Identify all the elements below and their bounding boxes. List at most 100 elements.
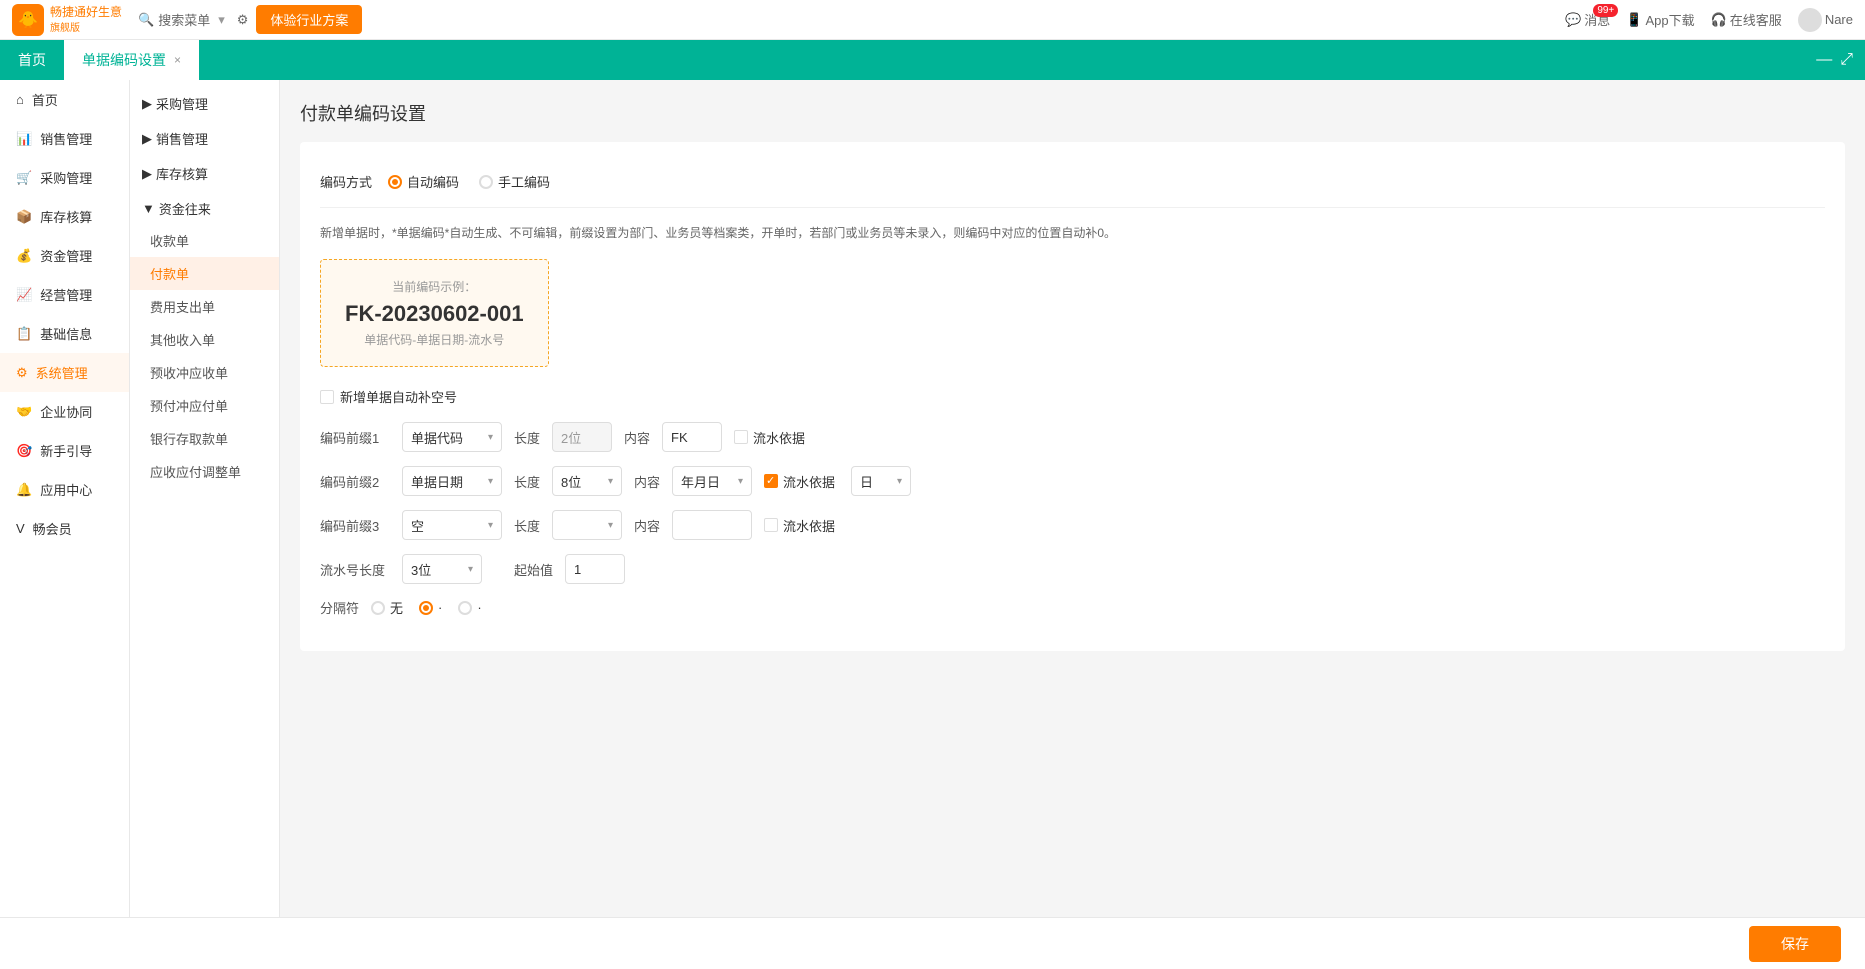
content-2-select[interactable]: 年月日 ▾ [672, 466, 752, 496]
submenu-item-receipt[interactable]: 收款单 [130, 224, 279, 257]
submenu-item-payment[interactable]: 付款单 [130, 257, 279, 290]
manual-encode-label: 手工编码 [498, 172, 550, 191]
waterflow-3-checkbox[interactable]: 流水依据 [764, 516, 835, 535]
sidebar-item-finance[interactable]: 💰 资金管理 [0, 236, 129, 275]
prefix-2-label: 编码前缀2 [320, 472, 390, 491]
submenu-group-purchase-title[interactable]: ▶ 采购管理 [130, 88, 279, 119]
sales-icon: 📊 [16, 131, 32, 147]
prefix-3-select[interactable]: 空 ▾ [402, 510, 502, 540]
logo-text: 畅捷通好生意 [50, 5, 122, 19]
trial-button[interactable]: 体验行业方案 [256, 5, 362, 34]
prefix-3-label: 编码前缀3 [320, 516, 390, 535]
encode-method-row: 编码方式 自动编码 手工编码 [320, 162, 1825, 208]
auto-encode-radio[interactable]: 自动编码 [388, 172, 459, 191]
auto-fill-checkbox-row: 新增单据自动补空号 [320, 387, 1825, 406]
serial-length-select[interactable]: 3位 ▾ [402, 554, 482, 584]
sidebar-item-inventory[interactable]: 📦 库存核算 [0, 197, 129, 236]
length-1-input: 2位 [552, 422, 612, 452]
settings-icon[interactable]: ⚙ [237, 12, 249, 28]
submenu-item-expense[interactable]: 费用支出单 [130, 290, 279, 323]
sidebar-item-home[interactable]: ⌂ 首页 [0, 80, 129, 119]
prefix-1-select[interactable]: 单据代码 ▾ [402, 422, 502, 452]
sidebar-item-system[interactable]: ⚙ 系统管理 [0, 353, 129, 392]
chevron-right-icon: ▶ [142, 96, 152, 112]
length-2-label: 长度 [514, 472, 540, 491]
submenu-group-funds-title[interactable]: ▼ 资金往来 [130, 193, 279, 224]
info-text: 新增单据时，*单据编码*自动生成、不可编辑，前缀设置为部门、业务员等档案类，开单… [320, 224, 1825, 243]
preview-label: 当前编码示例： [345, 278, 524, 295]
service-icon: 🎧 [1711, 12, 1727, 28]
prefix-1-label: 编码前缀1 [320, 428, 390, 447]
separator-label: 分隔符 [320, 598, 359, 617]
submenu-group-inventory: ▶ 库存核算 [130, 158, 279, 189]
page-title: 付款单编码设置 [300, 100, 1845, 126]
length-3-select[interactable]: ▾ [552, 510, 622, 540]
logo-icon: 🐥 [12, 4, 44, 36]
sidebar-item-member[interactable]: V 畅会员 [0, 509, 129, 548]
sidebar-item-purchase[interactable]: 🛒 采购管理 [0, 158, 129, 197]
management-icon: 📈 [16, 287, 32, 303]
submenu-group-funds: ▼ 资金往来 收款单 付款单 费用支出单 其他收入单 预收冲应收单 预付冲应付单… [130, 193, 279, 488]
sep-dash-label: · [477, 600, 481, 615]
sep-dot-radio[interactable]: · [419, 600, 442, 615]
waterflow-1-checkbox[interactable]: 流水依据 [734, 428, 805, 447]
search-label: 搜索菜单 [158, 10, 210, 29]
save-button[interactable]: 保存 [1749, 926, 1841, 962]
sidebar-item-guide[interactable]: 🎯 新手引导 [0, 431, 129, 470]
user-menu[interactable]: Nare [1798, 8, 1853, 32]
purchase-icon: 🛒 [16, 170, 32, 186]
online-service-button[interactable]: 🎧 在线客服 [1711, 10, 1782, 29]
sidebar: ⌂ 首页 📊 销售管理 🛒 采购管理 📦 库存核算 💰 资金管理 📈 经营管理 … [0, 80, 130, 969]
tab-serial-settings[interactable]: 单据编码设置 × [64, 40, 199, 80]
separator-row: 分隔符 无 · · [320, 598, 1825, 617]
submenu-group-inventory-title[interactable]: ▶ 库存核算 [130, 158, 279, 189]
waterflow-1-label: 流水依据 [753, 428, 805, 447]
submenu-item-prepay-pay[interactable]: 预付冲应付单 [130, 389, 279, 422]
basic-info-icon: 📋 [16, 326, 32, 342]
minimize-icon[interactable]: — [1816, 51, 1832, 69]
auto-fill-checkbox[interactable] [320, 390, 334, 404]
prefix-2-select[interactable]: 单据日期 ▾ [402, 466, 502, 496]
waterflow-3-checkbox-box [764, 518, 778, 532]
message-button[interactable]: 💬 消息 99+ [1565, 10, 1610, 29]
sidebar-item-sales[interactable]: 📊 销售管理 [0, 119, 129, 158]
logo-sub: 旗舰版 [50, 19, 122, 34]
expand-icon[interactable]: ⤢ [1840, 51, 1853, 69]
tab-home[interactable]: 首页 [0, 40, 64, 80]
guide-icon: 🎯 [16, 443, 32, 459]
waterflow-3-label: 流水依据 [783, 516, 835, 535]
submenu-item-prepay-recv[interactable]: 预收冲应收单 [130, 356, 279, 389]
topbar: 🐥 畅捷通好生意 旗舰版 🔍 搜索菜单 ▾ ⚙ 体验行业方案 💬 消息 99+ … [0, 0, 1865, 40]
start-value-input[interactable]: 1 [565, 554, 625, 584]
submenu-item-income[interactable]: 其他收入单 [130, 323, 279, 356]
length-2-select[interactable]: 8位 ▾ [552, 466, 622, 496]
submenu-group-purchase: ▶ 采购管理 [130, 88, 279, 119]
sidebar-item-apps[interactable]: 🔔 应用中心 [0, 470, 129, 509]
sidebar-item-management[interactable]: 📈 经营管理 [0, 275, 129, 314]
sep-dot-label: · [438, 600, 442, 615]
search-menu[interactable]: 🔍 搜索菜单 [138, 10, 210, 29]
sep-none-radio[interactable]: 无 [371, 598, 403, 617]
chevron-down-icon7: ▾ [897, 476, 902, 487]
app-icon: 📱 [1626, 12, 1642, 28]
app-download-button[interactable]: 📱 App下载 [1626, 10, 1694, 29]
submenu-item-adjust[interactable]: 应收应付调整单 [130, 455, 279, 488]
submenu-group-sales-title[interactable]: ▶ 销售管理 [130, 123, 279, 154]
content-2-label: 内容 [634, 472, 660, 491]
waterflow-2-checkbox-box [764, 474, 778, 488]
submenu-item-bank[interactable]: 银行存取款单 [130, 422, 279, 455]
tab-actions: — ⤢ [1816, 51, 1865, 69]
sep-dash-radio[interactable]: · [458, 600, 481, 615]
sep-none-circle [371, 601, 385, 615]
chevron-down-icon[interactable]: ▾ [218, 12, 225, 28]
sidebar-item-basic-info[interactable]: 📋 基础信息 [0, 314, 129, 353]
nav-tabs: 首页 单据编码设置 × — ⤢ [0, 40, 1865, 80]
content-3-label: 内容 [634, 516, 660, 535]
start-value-label: 起始值 [514, 560, 553, 579]
sidebar-item-collab[interactable]: 🤝 企业协同 [0, 392, 129, 431]
manual-encode-radio[interactable]: 手工编码 [479, 172, 550, 191]
tab-close-icon[interactable]: × [174, 53, 181, 67]
waterflow-2-checkbox[interactable]: 流水依据 [764, 472, 835, 491]
system-icon: ⚙ [16, 365, 28, 381]
waterflow-period-select[interactable]: 日 ▾ [851, 466, 911, 496]
